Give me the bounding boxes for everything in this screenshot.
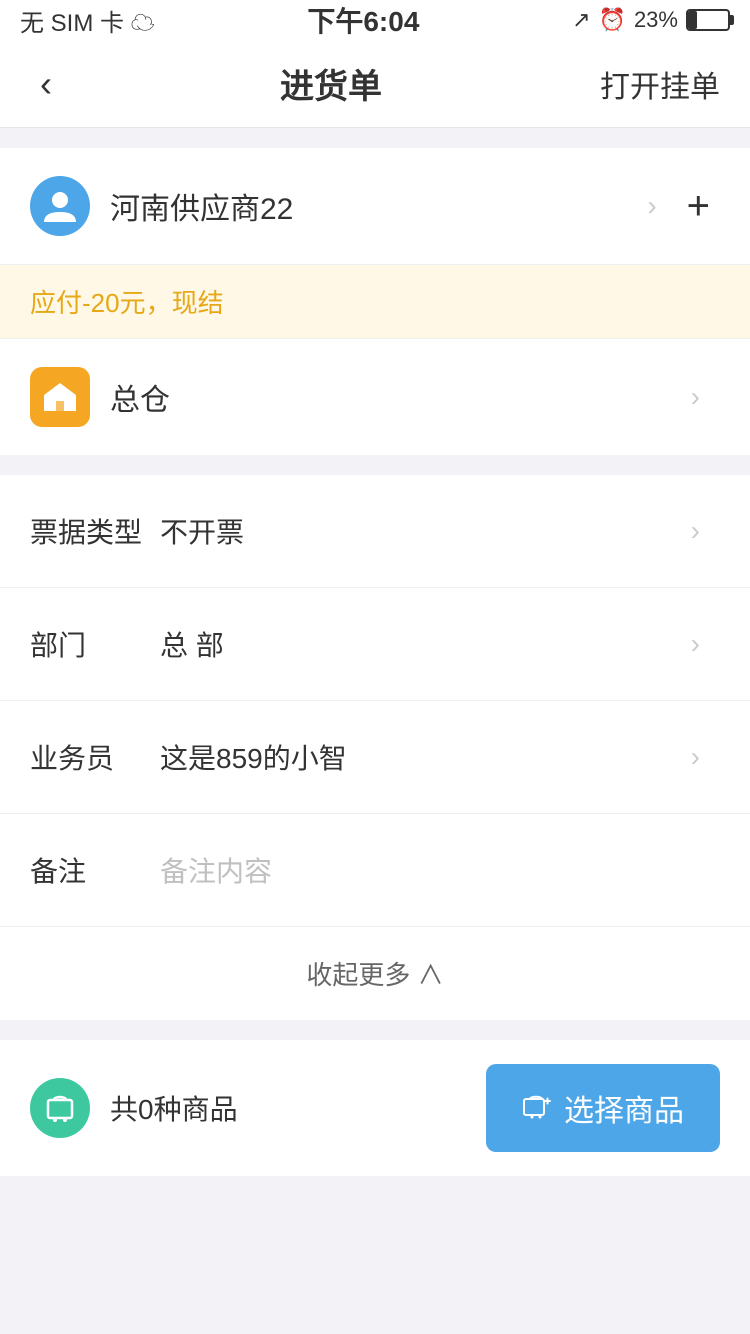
salesperson-chevron-icon: ›: [691, 741, 700, 773]
supplier-avatar: [30, 176, 90, 236]
nav-bar: ‹ 进货单 打开挂单: [0, 40, 750, 128]
home-icon: [42, 379, 78, 415]
back-button[interactable]: ‹: [30, 53, 62, 115]
salesperson-row[interactable]: 业务员 这是859的小智 ›: [0, 701, 750, 814]
supplier-card: 河南供应商22 › + 应付-20元，现结 总仓 ›: [0, 148, 750, 455]
cart-icon: [42, 1090, 78, 1126]
battery-percent: 23%: [634, 7, 678, 33]
remark-label: 备注: [30, 850, 160, 890]
warehouse-name: 总仓: [110, 375, 691, 419]
sim-label: 无 SIM 卡 ☁: [20, 3, 155, 38]
warehouse-row[interactable]: 总仓 ›: [0, 338, 750, 455]
battery-icon: [686, 9, 730, 31]
salesperson-value: 这是859的小智: [160, 737, 691, 777]
alarm-icon: ⏰: [599, 7, 626, 33]
warehouse-chevron-icon: ›: [691, 381, 700, 413]
open-pending-button[interactable]: 打开挂单: [600, 62, 720, 106]
remark-row[interactable]: 备注 备注内容: [0, 814, 750, 926]
collapse-button[interactable]: 收起更多 ∧: [0, 926, 750, 1020]
invoice-type-chevron-icon: ›: [691, 515, 700, 547]
select-goods-label: 选择商品: [564, 1086, 684, 1130]
salesperson-label: 业务员: [30, 737, 160, 777]
goods-count: 共0种商品: [110, 1088, 466, 1128]
person-icon: [40, 186, 80, 226]
department-chevron-icon: ›: [691, 628, 700, 660]
location-icon: ↗: [572, 7, 590, 33]
status-left: 无 SIM 卡 ☁: [20, 3, 155, 38]
form-section: 票据类型 不开票 › 部门 总 部 › 业务员 这是859的小智 › 备注 备注…: [0, 475, 750, 926]
status-time: 下午6:04: [307, 0, 419, 40]
add-supplier-button[interactable]: +: [677, 184, 720, 229]
select-goods-button[interactable]: 选择商品: [486, 1064, 720, 1152]
divider-1: [0, 128, 750, 148]
department-value: 总 部: [160, 624, 691, 664]
supplier-chevron-icon: ›: [647, 190, 656, 222]
invoice-type-row[interactable]: 票据类型 不开票 ›: [0, 475, 750, 588]
invoice-type-value: 不开票: [160, 511, 691, 551]
remark-input[interactable]: 备注内容: [160, 850, 720, 890]
goods-icon: [30, 1078, 90, 1138]
page-title: 进货单: [280, 59, 382, 108]
notice-bar: 应付-20元，现结: [0, 265, 750, 338]
supplier-name: 河南供应商22: [110, 184, 647, 228]
invoice-type-label: 票据类型: [30, 511, 160, 551]
status-bar: 无 SIM 卡 ☁ 下午6:04 ↗ ⏰ 23%: [0, 0, 750, 40]
warehouse-icon: [30, 367, 90, 427]
department-label: 部门: [30, 624, 160, 664]
status-right: ↗ ⏰ 23%: [572, 7, 730, 33]
bottom-bar: 共0种商品 选择商品: [0, 1040, 750, 1176]
supplier-row[interactable]: 河南供应商22 › +: [0, 148, 750, 265]
select-goods-icon: [522, 1093, 552, 1123]
notice-text: 应付-20元，现结: [30, 288, 224, 318]
department-row[interactable]: 部门 总 部 ›: [0, 588, 750, 701]
